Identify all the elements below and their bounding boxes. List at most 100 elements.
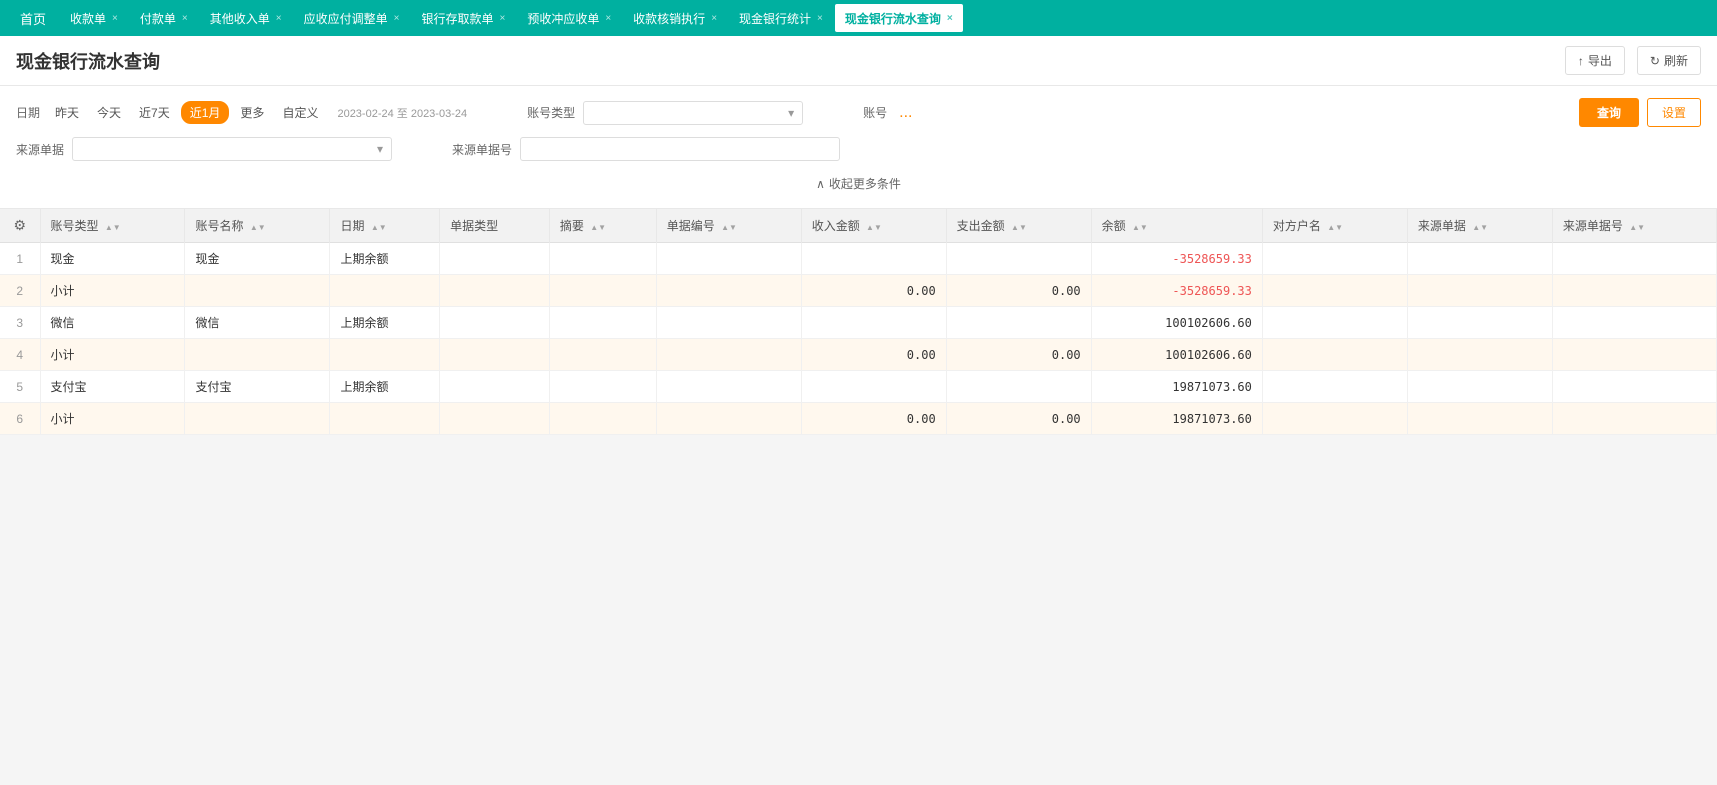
cell-expense bbox=[946, 307, 1091, 339]
cell-source-doc bbox=[1407, 243, 1552, 275]
sort-icon: ▲▼ bbox=[721, 224, 737, 232]
account-dots-button[interactable]: ... bbox=[895, 104, 916, 122]
cell-date bbox=[330, 275, 440, 307]
close-icon[interactable]: × bbox=[276, 13, 282, 24]
nav-tab-收款核销执行[interactable]: 收款核销执行 × bbox=[623, 4, 727, 32]
cell-date bbox=[330, 403, 440, 435]
cell-doc-type bbox=[440, 339, 550, 371]
nav-tab-收款单[interactable]: 收款单 × bbox=[60, 4, 128, 32]
chevron-down-icon: ▾ bbox=[788, 106, 794, 120]
account-type-label: 账号类型 bbox=[527, 104, 575, 121]
col-expense[interactable]: 支出金额 ▲▼ bbox=[946, 209, 1091, 243]
cell-source-doc-no bbox=[1552, 275, 1716, 307]
nav-home[interactable]: 首页 bbox=[8, 9, 58, 28]
cell-date: 上期余额 bbox=[330, 371, 440, 403]
nav-tab-付款单[interactable]: 付款单 × bbox=[130, 4, 198, 32]
col-source-doc-no[interactable]: 来源单据号 ▲▼ bbox=[1552, 209, 1716, 243]
source-doc-no-input[interactable] bbox=[520, 137, 840, 161]
cell-source-doc bbox=[1407, 403, 1552, 435]
date-btn-more[interactable]: 更多 bbox=[233, 101, 271, 124]
cell-account-type: 现金 bbox=[40, 243, 185, 275]
nav-tab-银行存取款单[interactable]: 银行存取款单 × bbox=[411, 4, 515, 32]
date-filter-group: 日期 昨天 今天 近7天 近1月 更多 自定义 2023-02-24 至 202… bbox=[16, 101, 467, 124]
cell-account-type: 小计 bbox=[40, 275, 185, 307]
close-icon[interactable]: × bbox=[112, 13, 118, 24]
refresh-button[interactable]: ↻ 刷新 bbox=[1637, 46, 1701, 75]
col-counterparty[interactable]: 对方户名 ▲▼ bbox=[1262, 209, 1407, 243]
col-doc-no[interactable]: 单据编号 ▲▼ bbox=[656, 209, 801, 243]
cell-account-type: 微信 bbox=[40, 307, 185, 339]
col-date[interactable]: 日期 ▲▼ bbox=[330, 209, 440, 243]
filter-row-1: 日期 昨天 今天 近7天 近1月 更多 自定义 2023-02-24 至 202… bbox=[16, 98, 1701, 127]
cell-source-doc-no bbox=[1552, 371, 1716, 403]
close-icon[interactable]: × bbox=[711, 13, 717, 24]
gear-icon[interactable]: ⚙ bbox=[13, 217, 26, 233]
cell-summary bbox=[549, 371, 656, 403]
cell-account-type: 小计 bbox=[40, 339, 185, 371]
date-btn-7days[interactable]: 近7天 bbox=[132, 101, 177, 124]
date-btn-yesterday[interactable]: 昨天 bbox=[48, 101, 86, 124]
nav-tab-预收冲应收单[interactable]: 预收冲应收单 × bbox=[517, 4, 621, 32]
cell-account-type: 支付宝 bbox=[40, 371, 185, 403]
export-button[interactable]: ↑ 导出 bbox=[1565, 46, 1625, 75]
close-icon[interactable]: × bbox=[394, 13, 400, 24]
col-account-type[interactable]: 账号类型 ▲▼ bbox=[40, 209, 185, 243]
cell-source-doc bbox=[1407, 339, 1552, 371]
cell-source-doc bbox=[1407, 371, 1552, 403]
source-doc-filter-group: 来源单据 ▾ bbox=[16, 137, 392, 161]
date-label: 日期 bbox=[16, 104, 40, 121]
nav-tab-其他收入单[interactable]: 其他收入单 × bbox=[200, 4, 292, 32]
source-doc-label: 来源单据 bbox=[16, 141, 64, 158]
chevron-down-icon: ▾ bbox=[377, 142, 383, 156]
close-icon[interactable]: × bbox=[182, 13, 188, 24]
filter-row-2: 来源单据 ▾ 来源单据号 bbox=[16, 137, 1701, 161]
collapse-filter-row[interactable]: ∧ 收起更多条件 bbox=[16, 171, 1701, 196]
col-balance[interactable]: 余额 ▲▼ bbox=[1091, 209, 1262, 243]
col-source-doc[interactable]: 来源单据 ▲▼ bbox=[1407, 209, 1552, 243]
refresh-icon: ↻ bbox=[1650, 54, 1660, 68]
date-btn-today[interactable]: 今天 bbox=[90, 101, 128, 124]
cell-counterparty bbox=[1262, 371, 1407, 403]
source-doc-select[interactable]: ▾ bbox=[72, 137, 392, 161]
sort-icon: ▲▼ bbox=[250, 224, 266, 232]
cell-balance: 19871073.60 bbox=[1091, 403, 1262, 435]
close-icon[interactable]: × bbox=[817, 13, 823, 24]
sort-icon: ▲▼ bbox=[371, 224, 387, 232]
account-type-select[interactable]: ▾ bbox=[583, 101, 803, 125]
sort-icon: ▲▼ bbox=[1629, 224, 1645, 232]
nav-tab-现金银行统计[interactable]: 现金银行统计 × bbox=[729, 4, 833, 32]
sort-icon: ▲▼ bbox=[1132, 224, 1148, 232]
cell-account-name: 微信 bbox=[185, 307, 330, 339]
table-container: ⚙ 账号类型 ▲▼ 账号名称 ▲▼ 日期 ▲▼ 单据类型 摘 bbox=[0, 209, 1717, 435]
query-button[interactable]: 查询 bbox=[1579, 98, 1639, 127]
cell-source-doc-no bbox=[1552, 307, 1716, 339]
table-row: 3微信微信上期余额100102606.60 bbox=[0, 307, 1717, 339]
date-btn-custom[interactable]: 自定义 bbox=[275, 101, 325, 124]
nav-tab-现金银行流水查询[interactable]: 现金银行流水查询 × bbox=[835, 4, 963, 32]
sort-icon: ▲▼ bbox=[105, 224, 121, 232]
close-icon[interactable]: × bbox=[605, 13, 611, 24]
col-income[interactable]: 收入金额 ▲▼ bbox=[801, 209, 946, 243]
cell-expense: 0.00 bbox=[946, 403, 1091, 435]
cell-summary bbox=[549, 339, 656, 371]
page-title: 现金银行流水查询 bbox=[16, 48, 160, 74]
close-icon[interactable]: × bbox=[499, 13, 505, 24]
cell-account-name bbox=[185, 403, 330, 435]
col-summary[interactable]: 摘要 ▲▼ bbox=[549, 209, 656, 243]
close-icon[interactable]: × bbox=[947, 13, 953, 24]
source-doc-no-label: 来源单据号 bbox=[452, 141, 512, 158]
cell-doc-type bbox=[440, 307, 550, 339]
cell-summary bbox=[549, 243, 656, 275]
row-number: 4 bbox=[0, 339, 40, 371]
page-header: 现金银行流水查询 ↑ 导出 ↻ 刷新 bbox=[0, 36, 1717, 86]
cell-source-doc-no bbox=[1552, 243, 1716, 275]
nav-tab-应收应付调整单[interactable]: 应收应付调整单 × bbox=[294, 4, 410, 32]
cell-expense bbox=[946, 243, 1091, 275]
settings-button[interactable]: 设置 bbox=[1647, 98, 1701, 127]
cell-summary bbox=[549, 307, 656, 339]
sort-icon: ▲▼ bbox=[1472, 224, 1488, 232]
cell-source-doc-no bbox=[1552, 339, 1716, 371]
date-btn-1month[interactable]: 近1月 bbox=[181, 101, 230, 124]
date-quick-buttons: 昨天 今天 近7天 近1月 更多 自定义 bbox=[48, 101, 325, 124]
col-account-name[interactable]: 账号名称 ▲▼ bbox=[185, 209, 330, 243]
